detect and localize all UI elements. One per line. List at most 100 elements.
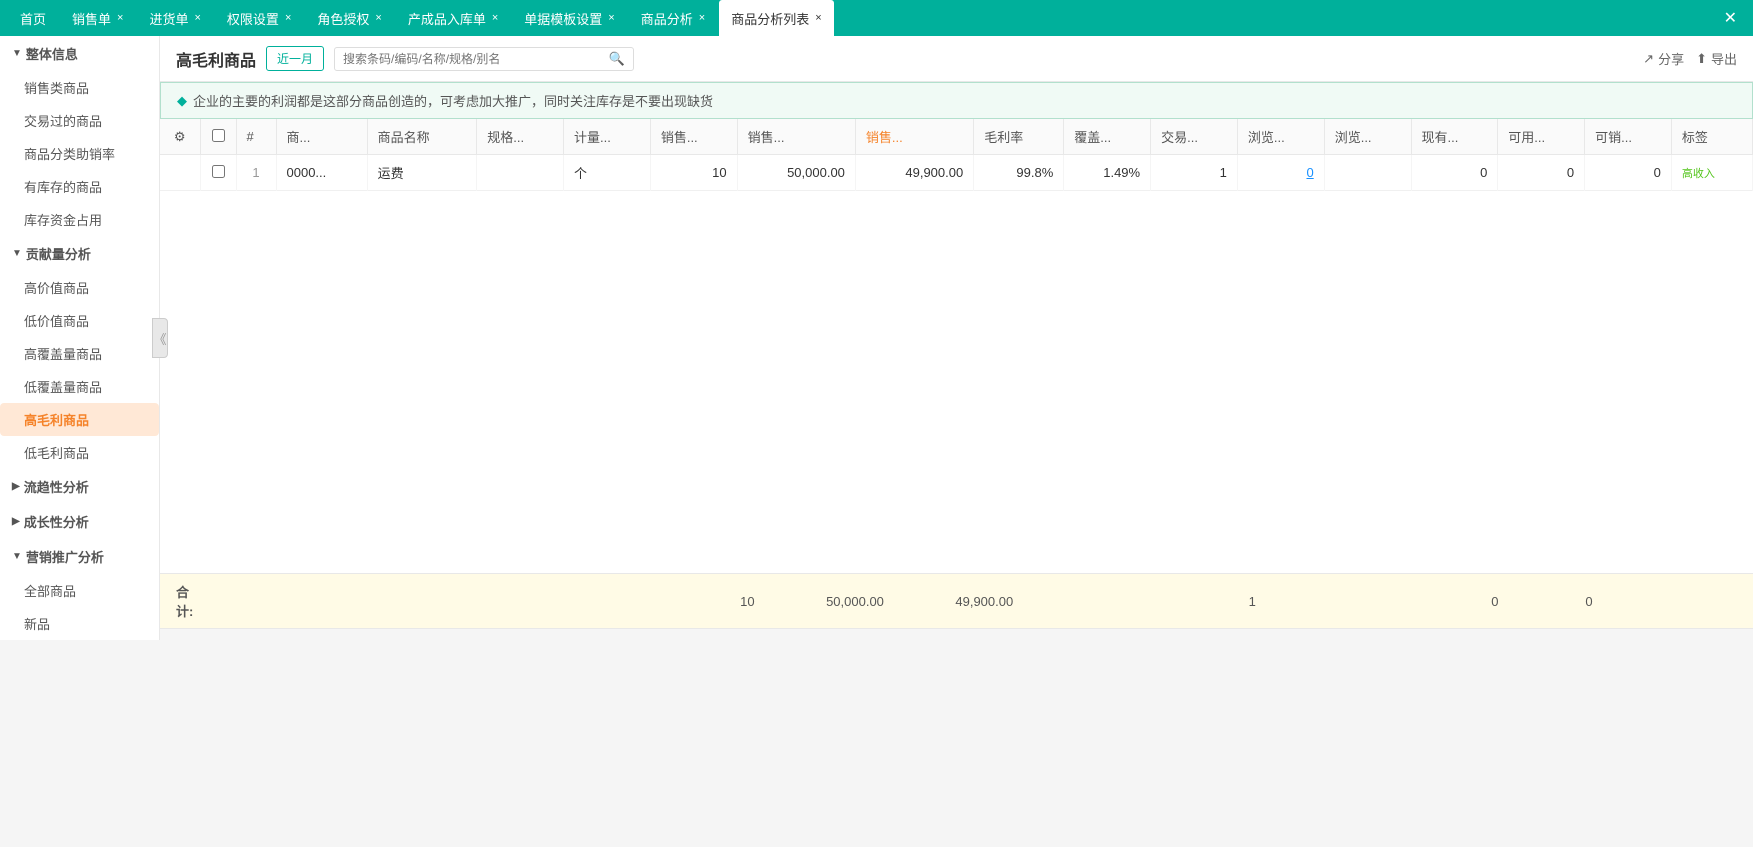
search-input[interactable] bbox=[343, 52, 609, 66]
nav-purchase[interactable]: 进货单 × bbox=[137, 0, 212, 36]
col-sales-amount-header[interactable]: 销售... bbox=[737, 119, 855, 155]
row-check[interactable] bbox=[200, 155, 236, 191]
nav-analysis[interactable]: 商品分析 × bbox=[629, 0, 717, 36]
row-checkbox[interactable] bbox=[212, 165, 225, 178]
nav-permission[interactable]: 权限设置 × bbox=[215, 0, 303, 36]
sidebar-item-sales-goods[interactable]: 销售类商品 bbox=[0, 71, 159, 104]
footer-bar: 合计: 10 50,000.00 49,900.00 1 0 0 bbox=[160, 573, 1753, 628]
bottom-scrollbar[interactable] bbox=[160, 628, 1753, 640]
col-num-header: # bbox=[236, 119, 276, 155]
col-check[interactable] bbox=[200, 119, 236, 155]
sidebar-group-trend[interactable]: ▶ 流趋性分析 bbox=[0, 469, 159, 504]
nav-analysis-label: 商品分析 bbox=[641, 9, 693, 28]
window-close-button[interactable]: ✕ bbox=[1716, 8, 1745, 28]
select-all-checkbox[interactable] bbox=[212, 129, 225, 142]
nav-permission-close[interactable]: × bbox=[285, 12, 291, 24]
sidebar-group-contribution-arrow: ▼ bbox=[12, 248, 22, 259]
row-views1[interactable]: 0 bbox=[1237, 155, 1324, 191]
table-wrapper: ⚙ # 商... 商品名称 规格... 计量... 销售... 销售... 销售… bbox=[160, 119, 1753, 573]
content-header: 高毛利商品 近一月 🔍 ↗ 分享 ⬆ 导出 bbox=[160, 36, 1753, 82]
col-views1-header[interactable]: 浏览... bbox=[1237, 119, 1324, 155]
share-label: 分享 bbox=[1658, 49, 1684, 68]
nav-template[interactable]: 单据模板设置 × bbox=[512, 0, 626, 36]
share-button[interactable]: ↗ 分享 bbox=[1643, 49, 1684, 68]
sidebar-group-contribution[interactable]: ▼ 贡献量分析 bbox=[0, 236, 159, 271]
sidebar-item-high-margin[interactable]: 高毛利商品 bbox=[0, 403, 159, 436]
row-sales-qty: 10 bbox=[650, 155, 737, 191]
col-unit-header[interactable]: 计量... bbox=[564, 119, 651, 155]
col-spec-header[interactable]: 规格... bbox=[477, 119, 564, 155]
sidebar-item-new-goods[interactable]: 新品 bbox=[0, 607, 159, 640]
nav-product-in[interactable]: 产成品入库单 × bbox=[396, 0, 510, 36]
export-button[interactable]: ⬆ 导出 bbox=[1696, 49, 1737, 68]
sidebar-group-trend-arrow: ▶ bbox=[12, 481, 20, 492]
search-icon[interactable]: 🔍 bbox=[609, 51, 625, 67]
sidebar-item-low-margin[interactable]: 低毛利商品 bbox=[0, 436, 159, 469]
sidebar-item-stock-capital[interactable]: 库存资金占用 bbox=[0, 203, 159, 236]
col-gear[interactable]: ⚙ bbox=[160, 119, 200, 155]
sidebar-item-high-value[interactable]: 高价值商品 bbox=[0, 271, 159, 304]
sidebar-group-marketing[interactable]: ▼ 营销推广分析 bbox=[0, 539, 159, 574]
col-available-stock-header[interactable]: 可用... bbox=[1498, 119, 1585, 155]
sidebar-item-all-goods[interactable]: 全部商品 bbox=[0, 574, 159, 607]
sidebar-item-stocked-goods[interactable]: 有库存的商品 bbox=[0, 170, 159, 203]
nav-role-label: 角色授权 bbox=[317, 9, 369, 28]
sidebar-group-growth-label: 成长性分析 bbox=[24, 512, 89, 531]
row-num: 1 bbox=[236, 155, 276, 191]
row-tag: 高收入 bbox=[1671, 155, 1752, 191]
nav-product-in-close[interactable]: × bbox=[492, 12, 498, 24]
sidebar-group-trend-label: 流趋性分析 bbox=[24, 477, 89, 496]
nav-sales[interactable]: 销售单 × bbox=[60, 0, 135, 36]
sidebar-group-growth-arrow: ▶ bbox=[12, 516, 20, 527]
nav-home[interactable]: 首页 bbox=[8, 0, 58, 36]
row-name: 运费 bbox=[367, 155, 477, 191]
row-coverage: 1.49% bbox=[1064, 155, 1151, 191]
col-code-header[interactable]: 商... bbox=[276, 119, 367, 155]
sidebar-item-traded-goods[interactable]: 交易过的商品 bbox=[0, 104, 159, 137]
nav-template-close[interactable]: × bbox=[608, 12, 614, 24]
nav-permission-label: 权限设置 bbox=[227, 9, 279, 28]
nav-sales-close[interactable]: × bbox=[117, 12, 123, 24]
export-icon: ⬆ bbox=[1696, 51, 1707, 67]
col-gross-margin-header[interactable]: 毛利率 bbox=[974, 119, 1064, 155]
footer-values: 10 50,000.00 49,900.00 1 0 0 bbox=[233, 594, 1737, 609]
top-nav: 首页 销售单 × 进货单 × 权限设置 × 角色授权 × 产成品入库单 × 单据… bbox=[0, 0, 1753, 36]
col-name-header[interactable]: 商品名称 bbox=[367, 119, 477, 155]
footer-label: 合计: bbox=[176, 582, 205, 620]
footer-available-stock: 0 bbox=[1512, 594, 1602, 609]
nav-role[interactable]: 角色授权 × bbox=[305, 0, 393, 36]
sidebar-group-marketing-label: 营销推广分析 bbox=[26, 547, 104, 566]
nav-sales-label: 销售单 bbox=[72, 9, 111, 28]
nav-product-in-label: 产成品入库单 bbox=[408, 9, 486, 28]
footer-current-stock: 0 bbox=[1418, 594, 1508, 609]
col-tag-header[interactable]: 标签 bbox=[1671, 119, 1752, 155]
nav-analysis-list-label: 商品分析列表 bbox=[731, 9, 809, 28]
row-current-stock: 0 bbox=[1411, 155, 1498, 191]
col-sales-profit-header[interactable]: 销售... bbox=[855, 119, 973, 155]
row-sales-profit: 49,900.00 bbox=[855, 155, 973, 191]
nav-purchase-close[interactable]: × bbox=[194, 12, 200, 24]
row-code: 0000... bbox=[276, 155, 367, 191]
sidebar-item-category-rate[interactable]: 商品分类助销率 bbox=[0, 137, 159, 170]
col-current-stock-header[interactable]: 现有... bbox=[1411, 119, 1498, 155]
col-transactions-header[interactable]: 交易... bbox=[1151, 119, 1238, 155]
sidebar-item-low-coverage[interactable]: 低覆盖量商品 bbox=[0, 370, 159, 403]
row-spec bbox=[477, 155, 564, 191]
nav-analysis-close[interactable]: × bbox=[699, 12, 705, 24]
col-sales-qty-header[interactable]: 销售... bbox=[650, 119, 737, 155]
col-views2-header[interactable]: 浏览... bbox=[1324, 119, 1411, 155]
nav-purchase-label: 进货单 bbox=[149, 9, 188, 28]
footer-sales-amount: 50,000.00 bbox=[769, 594, 894, 609]
nav-analysis-list-close[interactable]: × bbox=[815, 12, 821, 24]
nav-analysis-list[interactable]: 商品分析列表 × bbox=[719, 0, 833, 36]
sidebar-group-overall[interactable]: ▼ 整体信息 bbox=[0, 36, 159, 71]
col-coverage-header[interactable]: 覆盖... bbox=[1064, 119, 1151, 155]
col-sellable-header[interactable]: 可销... bbox=[1585, 119, 1672, 155]
sidebar-item-low-value[interactable]: 低价值商品 bbox=[0, 304, 159, 337]
sidebar-collapse-button[interactable]: 《 bbox=[152, 318, 168, 358]
nav-template-label: 单据模板设置 bbox=[524, 9, 602, 28]
time-filter-button[interactable]: 近一月 bbox=[266, 46, 324, 71]
sidebar-group-growth[interactable]: ▶ 成长性分析 bbox=[0, 504, 159, 539]
nav-role-close[interactable]: × bbox=[375, 12, 381, 24]
sidebar-item-high-coverage[interactable]: 高覆盖量商品 bbox=[0, 337, 159, 370]
